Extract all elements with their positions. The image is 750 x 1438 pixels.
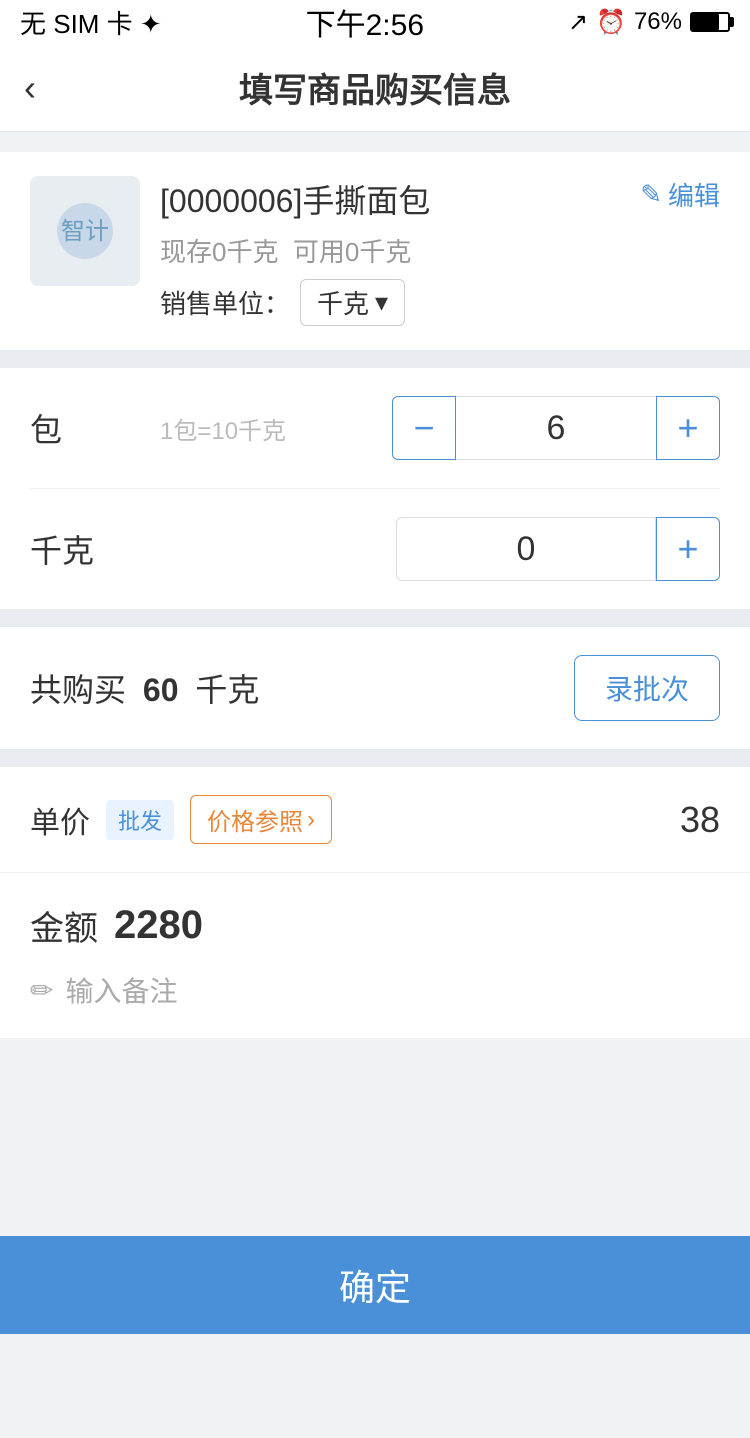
separator-3 <box>0 749 750 767</box>
separator-1 <box>0 350 750 368</box>
package-minus-button[interactable]: − <box>392 396 456 460</box>
amount-section: 金额 2280 ✏ 输入备注 <box>0 873 750 1038</box>
product-stock: 现存0千克 可用0千克 <box>160 232 720 269</box>
kg-stepper: + <box>396 517 720 581</box>
unit-select[interactable]: 千克 ▾ <box>300 279 405 326</box>
summary-text: 共购买 60 千克 <box>30 665 259 711</box>
product-name: [0000006]手撕面包 <box>160 176 430 222</box>
status-signal: 无 SIM 卡 ✦ <box>20 4 162 41</box>
nav-bar: ‹ 填写商品购买信息 <box>0 44 750 132</box>
edit-icon: ✎ <box>640 179 662 210</box>
kg-row: 千克 + <box>30 489 720 609</box>
battery-icon <box>690 12 730 32</box>
price-ref-button[interactable]: 价格参照 › <box>190 795 332 844</box>
dropdown-icon: ▾ <box>375 287 388 318</box>
package-hint: 1包=10千克 <box>160 411 392 446</box>
price-type-badge: 批发 <box>106 800 174 840</box>
page-title: 填写商品购买信息 <box>239 63 511 112</box>
edit-button[interactable]: ✎ 编辑 <box>640 176 720 213</box>
price-label: 单价 <box>30 798 90 842</box>
package-stepper: − + <box>392 396 720 460</box>
svg-text:智计: 智计 <box>61 218 109 245</box>
status-time: 下午2:56 <box>306 0 424 44</box>
package-input[interactable] <box>456 396 656 460</box>
note-row[interactable]: ✏ 输入备注 <box>30 970 720 1010</box>
package-plus-button[interactable]: + <box>656 396 720 460</box>
amount-label: 金额 <box>30 901 98 950</box>
product-info: [0000006]手撕面包 ✎ 编辑 现存0千克 可用0千克 销售单位： 千克 … <box>160 176 720 326</box>
alarm-icon: ⏰ <box>596 8 626 37</box>
price-section: 单价 批发 价格参照 › 38 <box>0 767 750 873</box>
input-section: 包 1包=10千克 − + 千克 + <box>0 368 750 609</box>
battery-level: 76% <box>634 8 682 36</box>
pencil-icon: ✏ <box>30 974 53 1007</box>
product-logo-icon: 智计 <box>55 201 115 261</box>
product-top-row: [0000006]手撕面包 ✎ 编辑 <box>160 176 720 232</box>
package-label: 包 <box>30 405 150 451</box>
amount-row: 金额 2280 <box>30 901 720 950</box>
separator-2 <box>0 609 750 627</box>
batch-button[interactable]: 录批次 <box>574 655 720 721</box>
product-unit: 销售单位： 千克 ▾ <box>160 279 720 326</box>
kg-label: 千克 <box>30 526 150 572</box>
amount-value: 2280 <box>114 903 203 948</box>
confirm-button[interactable]: 确定 <box>0 1236 750 1334</box>
price-value: 38 <box>680 799 720 841</box>
kg-plus-button[interactable]: + <box>656 517 720 581</box>
kg-input[interactable] <box>396 517 656 581</box>
product-thumbnail: 智计 <box>30 176 140 286</box>
package-row: 包 1包=10千克 − + <box>30 368 720 489</box>
location-icon: ↗ <box>568 8 588 37</box>
back-button[interactable]: ‹ <box>24 67 36 109</box>
chevron-right-icon: › <box>307 806 315 834</box>
summary-section: 共购买 60 千克 录批次 <box>0 627 750 749</box>
note-placeholder: 输入备注 <box>65 970 177 1010</box>
status-bar: 无 SIM 卡 ✦ 下午2:56 ↗ ⏰ 76% <box>0 0 750 44</box>
product-card: 智计 [0000006]手撕面包 ✎ 编辑 现存0千克 可用0千克 销售单位： … <box>0 152 750 350</box>
status-right: ↗ ⏰ 76% <box>568 8 730 37</box>
